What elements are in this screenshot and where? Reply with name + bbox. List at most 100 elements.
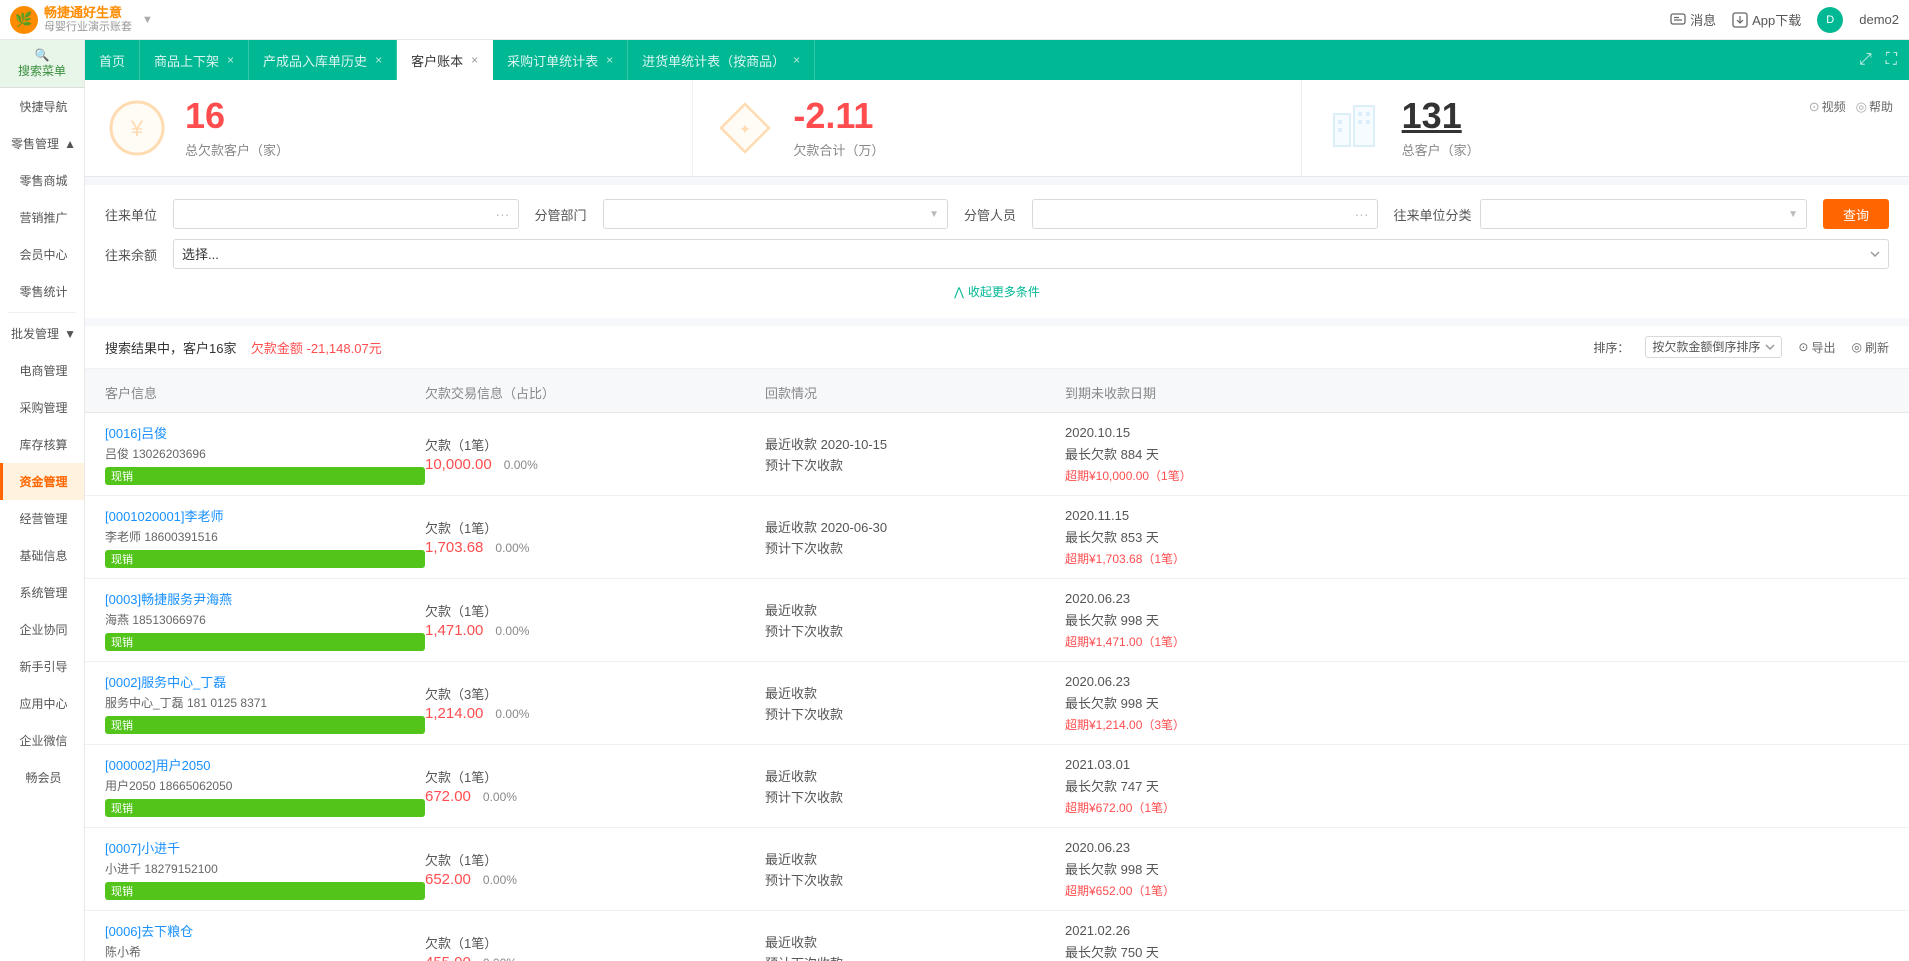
sidebar-item-ecommerce[interactable]: 电商管理 [0, 352, 84, 389]
help-link[interactable]: ◎ 帮助 [1856, 98, 1893, 115]
customer-name-6[interactable]: [0006]去下粮仓 [105, 921, 425, 940]
main-layout: 🔍 搜索菜单 快捷导航 零售管理 ▲ 零售商城 营销推广 会员中心 零售统计 [0, 40, 1909, 961]
tab-shrink-btn[interactable]: ⤢ [1855, 49, 1876, 71]
customer-name-1[interactable]: [0001020001]李老师 [105, 506, 425, 525]
customer-phone-4: 用户2050 18665062050 [105, 777, 425, 794]
app-download-btn[interactable]: App下载 [1732, 10, 1801, 29]
sidebar-item-app-center[interactable]: 应用中心 [0, 685, 84, 722]
stat-label-total: 总客户（家） [1402, 140, 1889, 159]
sidebar-item-business[interactable]: 经营管理 [0, 500, 84, 537]
sidebar-search[interactable]: 🔍 搜索菜单 [0, 40, 84, 88]
dept-input[interactable]: ▼ [603, 199, 949, 229]
sort-label: 排序： [1593, 339, 1629, 356]
video-link[interactable]: ⊙ 视频 [1809, 98, 1846, 115]
debt-info-1: 欠款（1笔） 1,703.68 0.00% [425, 518, 765, 556]
page-content: ¥ 16 总欠款客户（家） ✦ [85, 80, 1909, 961]
from-unit-input[interactable]: ··· [173, 199, 519, 229]
customer-phone-5: 小进千 18279152100 [105, 860, 425, 877]
tab-product-history[interactable]: 产成品入库单历史 × [249, 40, 397, 80]
filter-group-from-unit: 往来单位 ··· [105, 199, 519, 229]
debt-info-2: 欠款（1笔） 1,471.00 0.00% [425, 601, 765, 639]
customer-phone-6: 陈小希 [105, 943, 425, 960]
sidebar-item-member-center[interactable]: 会员中心 [0, 236, 84, 273]
stat-card-total: 131 总客户（家） ⊙ 视频 ◎ 帮助 [1302, 80, 1909, 176]
sidebar-item-system[interactable]: 系统管理 [0, 574, 84, 611]
sidebar-item-basic-info[interactable]: 基础信息 [0, 537, 84, 574]
customer-phone-2: 海燕 18513066976 [105, 611, 425, 628]
sidebar-item-purchase[interactable]: 采购管理 [0, 389, 84, 426]
tab-close-product-online[interactable]: × [227, 53, 234, 67]
stat-number-customers: 16 [185, 98, 672, 134]
sidebar-item-quick-nav[interactable]: 快捷导航 [0, 88, 84, 125]
sidebar-item-changhui[interactable]: 畅会员 [0, 759, 84, 796]
overdue-link-2[interactable]: 超期¥1,471.00（1笔） [1065, 633, 1889, 650]
customer-name-2[interactable]: [0003]畅捷服务尹海燕 [105, 589, 425, 608]
sidebar-item-retail-store[interactable]: 零售商城 [0, 162, 84, 199]
due-date-5: 2020.06.23 最长欠款 998 天 超期¥652.00（1笔） [1065, 840, 1889, 899]
manager-input[interactable]: ··· [1032, 199, 1378, 229]
refresh-btn[interactable]: ◎ 刷新 [1852, 339, 1890, 356]
stat-card-debt: ✦ -2.11 欠款合计（万） [693, 80, 1301, 176]
tab-purchase-stats[interactable]: 采购订单统计表 × [493, 40, 628, 80]
recovery-0: 最近收款 2020-10-15 预计下次收款 [765, 434, 1065, 474]
logo-area: 🌿 畅捷通好生意 母婴行业演示账套 [10, 5, 132, 34]
recovery-1: 最近收款 2020-06-30 预计下次收款 [765, 517, 1065, 557]
tab-customer-account[interactable]: 客户账本 × [397, 40, 493, 80]
filter-row-2: 往来余额 选择... [105, 239, 1889, 269]
tab-close-product-history[interactable]: × [375, 53, 382, 67]
chevron-down-icon-unit-type: ▼ [1788, 209, 1798, 220]
sidebar-item-retail-stats[interactable]: 零售统计 [0, 273, 84, 310]
customer-info-3: [0002]服务中心_丁磊 服务中心_丁磊 181 0125 8371 现销 [105, 672, 425, 734]
filter-label-balance: 往来余额 [105, 245, 165, 264]
tab-home[interactable]: 首页 [85, 40, 140, 80]
table-row: [0016]吕俊 吕俊 13026203696 现销 欠款（1笔） 10,000… [85, 413, 1909, 496]
customer-name-5[interactable]: [0007]小进千 [105, 838, 425, 857]
customer-tag-0: 现销 [105, 467, 425, 485]
export-btn[interactable]: ⊙ 导出 [1798, 339, 1835, 356]
collapse-icon: ⋀ [954, 285, 964, 299]
results-summary: 搜索结果中，客户16家 欠款金额 -21,148.07元 排序： 按欠款金额倒序… [85, 326, 1909, 369]
filter-area: 往来单位 ··· 分管部门 ▼ 分管人员 [85, 185, 1909, 318]
recovery-6: 最近收款 预计下次收款 [765, 932, 1065, 961]
table-row: [000002]用户2050 用户2050 18665062050 现销 欠款（… [85, 745, 1909, 828]
overdue-link-5[interactable]: 超期¥652.00（1笔） [1065, 882, 1889, 899]
unit-type-input[interactable]: ▼ [1480, 199, 1807, 229]
tab-close-inventory[interactable]: × [793, 53, 800, 67]
sidebar-item-finance[interactable]: 资金管理 [0, 463, 84, 500]
sidebar-item-inventory[interactable]: 库存核算 [0, 426, 84, 463]
filter-group-manager: 分管人员 ··· [964, 199, 1378, 229]
overdue-link-3[interactable]: 超期¥1,214.00（3笔） [1065, 716, 1889, 733]
industry-select[interactable]: ▼ [142, 14, 153, 26]
stats-header: ¥ 16 总欠款客户（家） ✦ [85, 80, 1909, 177]
sidebar-item-enterprise-wechat[interactable]: 企业微信 [0, 722, 84, 759]
sidebar-item-enterprise-collab[interactable]: 企业协同 [0, 611, 84, 648]
table-row: [0002]服务中心_丁磊 服务中心_丁磊 181 0125 8371 现销 欠… [85, 662, 1909, 745]
debt-info-4: 欠款（1笔） 672.00 0.00% [425, 767, 765, 805]
tab-inventory-stats[interactable]: 进货单统计表（按商品） × [628, 40, 815, 80]
query-button[interactable]: 查询 [1823, 199, 1889, 229]
building-icon [1322, 96, 1386, 160]
sidebar-item-wholesale-mgmt[interactable]: 批发管理 ▼ [0, 315, 84, 352]
due-date-6: 2021.02.26 最长欠款 750 天 超期¥455.90（1笔） [1065, 923, 1889, 961]
sidebar-item-newbie[interactable]: 新手引导 [0, 648, 84, 685]
debt-info-5: 欠款（1笔） 652.00 0.00% [425, 850, 765, 888]
stat-label-debt: 欠款合计（万） [793, 140, 1280, 159]
overdue-link-4[interactable]: 超期¥672.00（1笔） [1065, 799, 1889, 816]
avatar[interactable]: D [1817, 7, 1843, 33]
customer-name-4[interactable]: [000002]用户2050 [105, 755, 425, 774]
overdue-link-1[interactable]: 超期¥1,703.68（1笔） [1065, 550, 1889, 567]
message-btn[interactable]: 消息 [1670, 10, 1716, 29]
sidebar-item-marketing[interactable]: 营销推广 [0, 199, 84, 236]
sidebar-item-retail-mgmt[interactable]: 零售管理 ▲ [0, 125, 84, 162]
sort-select[interactable]: 按欠款金额倒序排序 [1645, 336, 1782, 358]
tab-expand-btn[interactable]: ⛶ [1882, 49, 1901, 71]
balance-select[interactable]: 选择... [173, 239, 1889, 269]
tab-close-customer[interactable]: × [471, 53, 478, 67]
collapse-btn[interactable]: ⋀ 收起更多条件 [105, 279, 1889, 304]
app-name: 畅捷通好生意 [44, 5, 132, 21]
customer-name-3[interactable]: [0002]服务中心_丁磊 [105, 672, 425, 691]
tab-product-online[interactable]: 商品上下架 × [140, 40, 249, 80]
overdue-link-0[interactable]: 超期¥10,000.00（1笔） [1065, 467, 1889, 484]
tab-close-purchase[interactable]: × [606, 53, 613, 67]
customer-name-0[interactable]: [0016]吕俊 [105, 423, 425, 442]
